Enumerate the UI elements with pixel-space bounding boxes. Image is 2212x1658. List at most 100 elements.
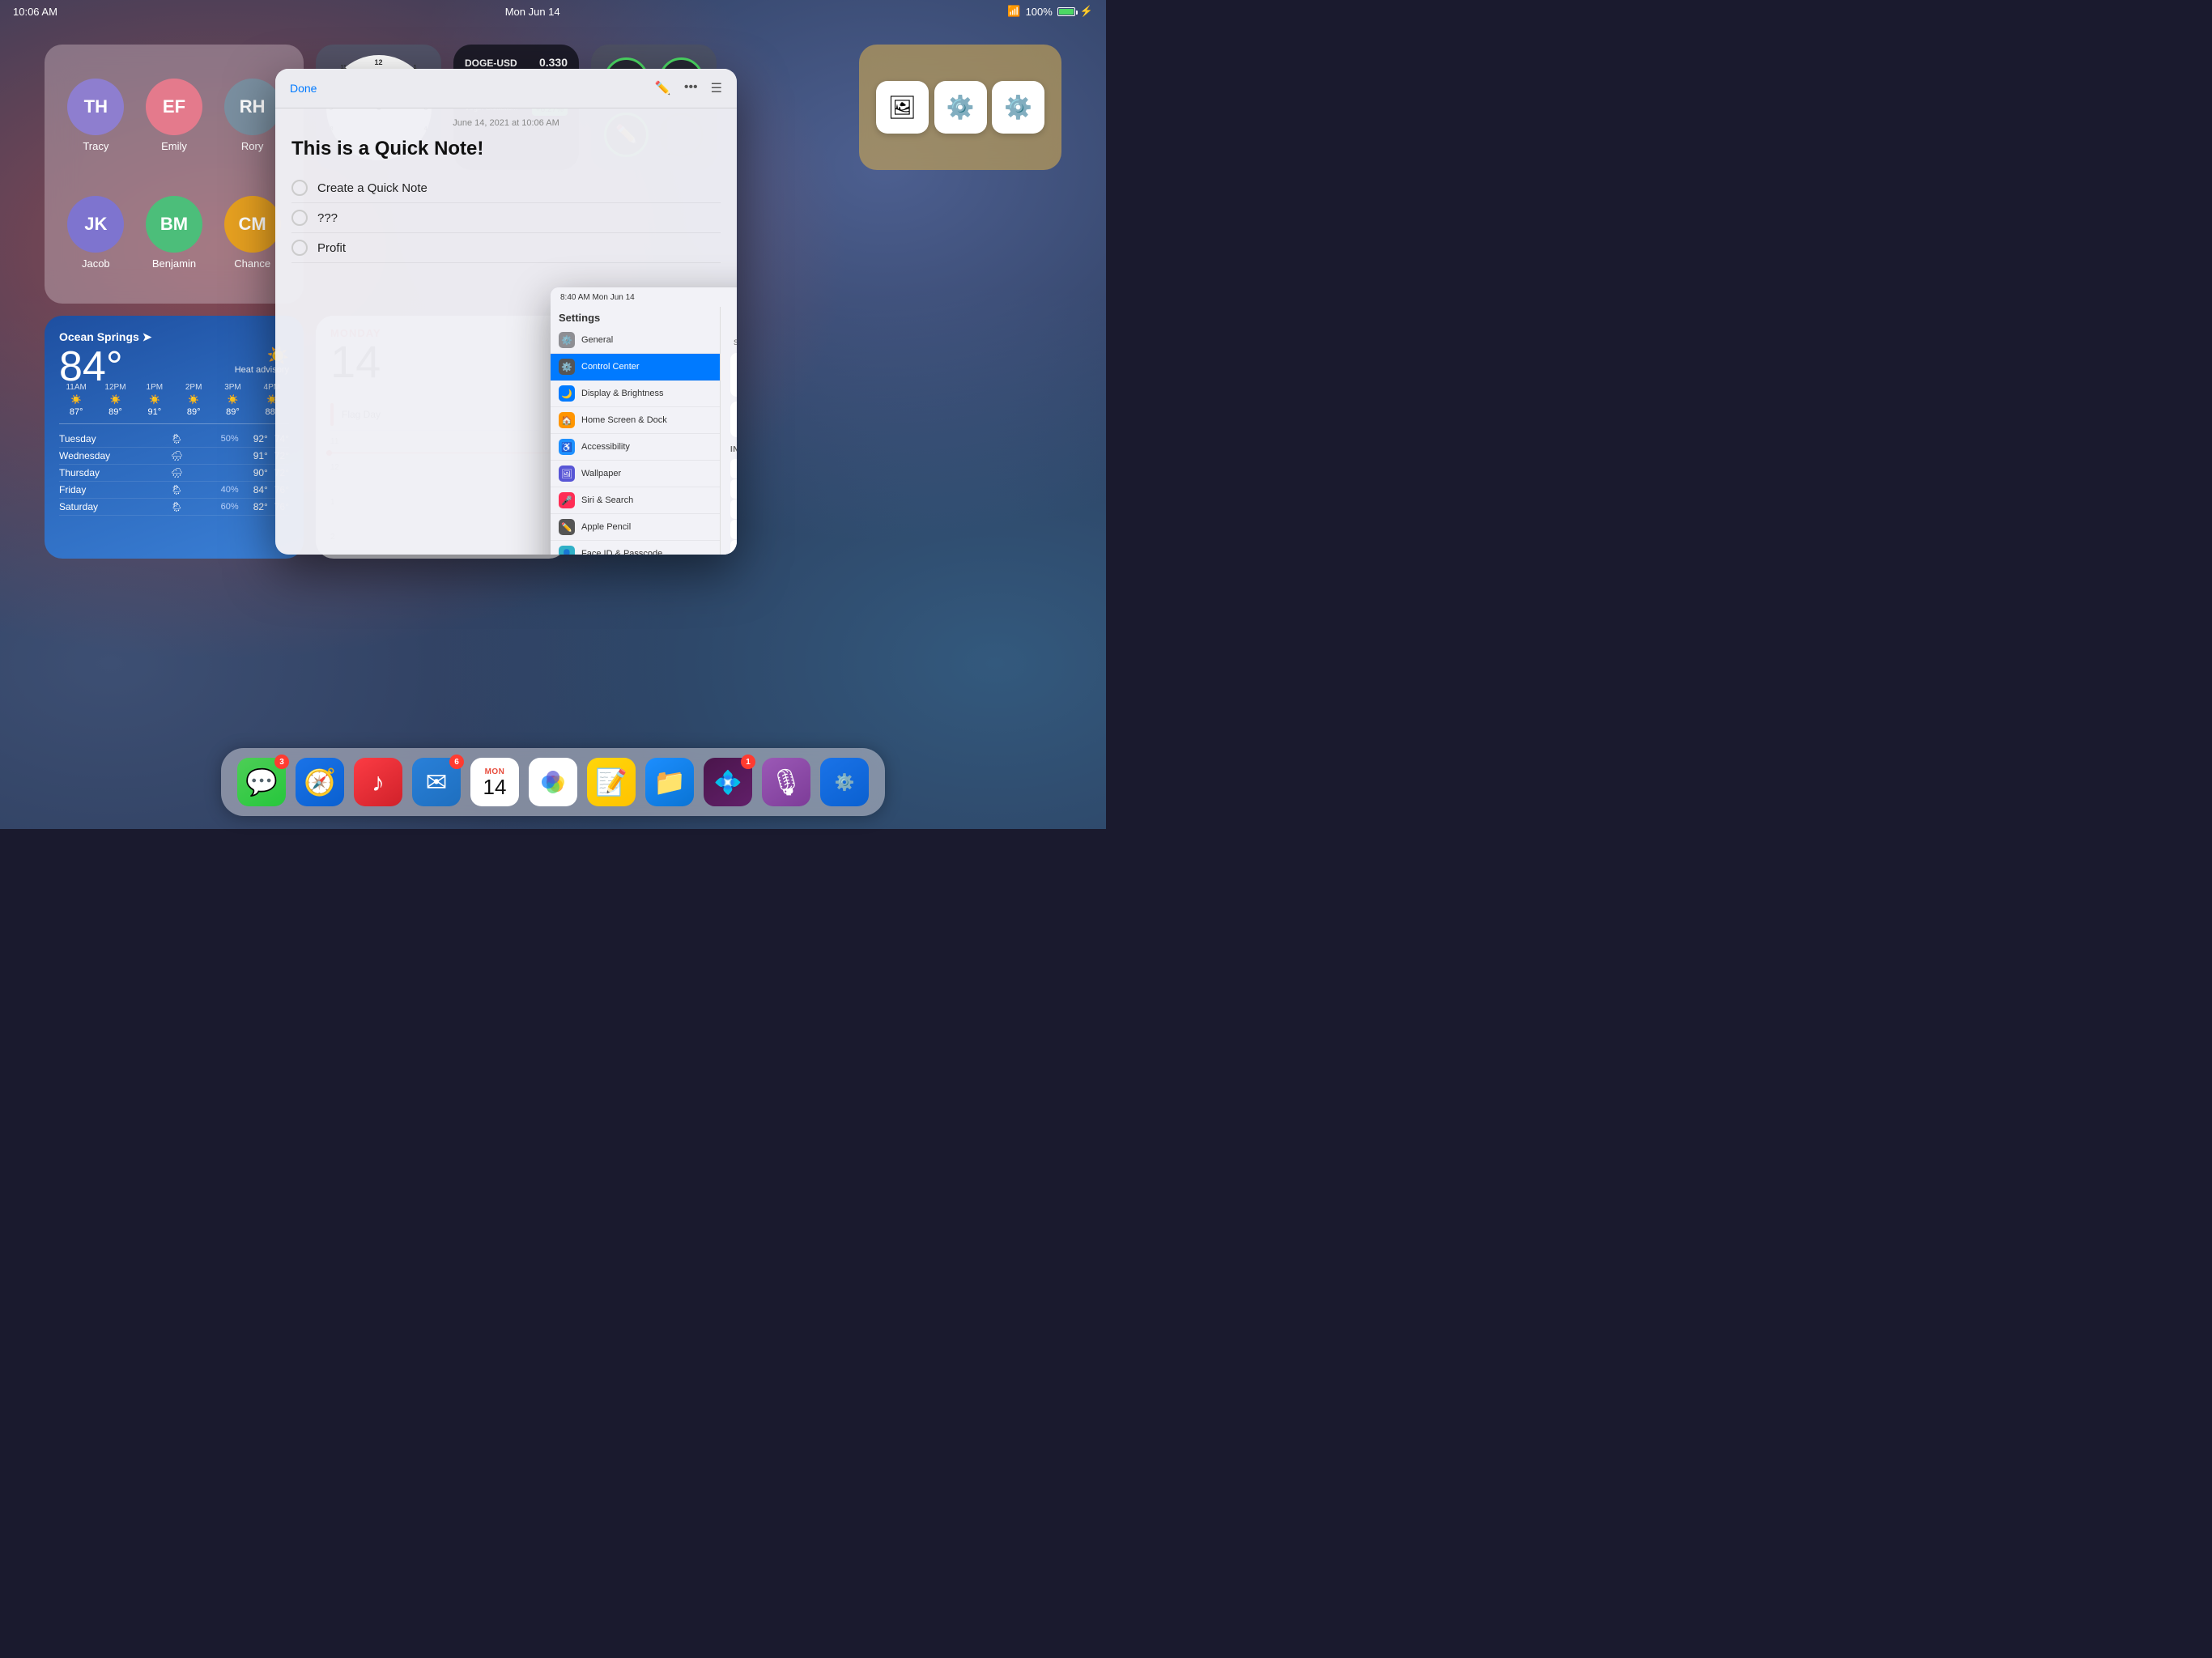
dock-app-notes[interactable]: 📝 <box>587 758 636 806</box>
note-item-3[interactable]: Profit <box>291 233 721 263</box>
list-icon[interactable]: ☰ <box>711 80 722 96</box>
sidebar-item-homescreen[interactable]: 🏠 Home Screen & Dock <box>551 407 720 434</box>
note-item-text-1: Create a Quick Note <box>317 181 428 195</box>
stock-price-doge: 0.330 <box>532 56 568 69</box>
status-time: 10:06 AM <box>13 6 57 18</box>
dock-app-calendar[interactable]: MON 14 <box>470 758 519 806</box>
dock-app-slack[interactable]: 💠 1 <box>704 758 752 806</box>
note-checkbox-3[interactable] <box>291 240 308 256</box>
contact-item-benjamin[interactable]: BM Benjamin <box>146 196 202 270</box>
control-item-appletvremote[interactable]: − 📱 Apple TV Remote ≡ <box>730 540 737 555</box>
contact-avatar-jacob: JK <box>67 196 124 253</box>
weather-location-text: Ocean Springs <box>59 330 139 343</box>
weather-arrow: ➤ <box>143 330 152 343</box>
contact-item-tracy[interactable]: TH Tracy <box>67 79 124 152</box>
sidebar-item-general[interactable]: ⚙️ General <box>551 327 720 354</box>
wifi-icon: 📶 <box>1007 5 1020 18</box>
sidebar-item-siri[interactable]: 🎤 Siri & Search <box>551 487 720 514</box>
note-checkbox-1[interactable] <box>291 180 308 196</box>
weather-location: Ocean Springs ➤ <box>59 330 289 344</box>
settings-icon-faceid: 👤 <box>559 546 575 555</box>
weather-day-saturday: Saturday 🌦 60% 82° 76° <box>59 499 289 516</box>
weather-hour-3pm: 3PM ☀️ 89° <box>215 383 249 417</box>
note-item-1[interactable]: Create a Quick Note <box>291 173 721 203</box>
compose-icon[interactable]: ✏️ <box>655 80 671 96</box>
app-icon-settings1[interactable]: ⚙️ <box>934 81 987 134</box>
app-icon-photo[interactable]: 🖼 <box>876 81 929 134</box>
weather-day-pct-sat: 60% <box>206 502 253 512</box>
contact-name-rory: Rory <box>241 140 263 152</box>
settings-toggle-access: Access Within Apps Allow access to Contr… <box>730 353 737 397</box>
weather-day-tuesday: Tuesday 🌦 50% 92° 74° <box>59 431 289 448</box>
settings-icon-general: ⚙️ <box>559 332 575 348</box>
settings-label-faceid: Face ID & Passcode <box>581 549 662 555</box>
control-item-notes[interactable]: − 📝 Notes ≡ <box>730 500 737 519</box>
app-icon-settings2[interactable]: ⚙️ <box>992 81 1044 134</box>
sidebar-item-faceid[interactable]: 👤 Face ID & Passcode <box>551 541 720 555</box>
settings-label-siri: Siri & Search <box>581 495 633 505</box>
control-item-silent[interactable]: − 🔕 Silent Mode ≡ <box>730 459 737 478</box>
sidebar-item-display[interactable]: 🌙 Display & Brightness <box>551 380 720 407</box>
settings-body: Settings ⚙️ General ⚙️ Control Center 🌙 … <box>551 307 737 555</box>
contact-name-benjamin: Benjamin <box>152 257 196 270</box>
weather-day-wednesday: Wednesday 🌧 91° 72° <box>59 448 289 465</box>
weather-day-high-wed: 91° <box>253 450 268 461</box>
photos-icon <box>537 766 569 798</box>
sidebar-item-wallpaper[interactable]: 🖼 Wallpaper <box>551 461 720 487</box>
settings-icon-homescreen: 🏠 <box>559 412 575 428</box>
dock-app-photos[interactable] <box>529 758 577 806</box>
status-bar: 10:06 AM Mon Jun 14 📶 100% ⚡ <box>0 0 1106 23</box>
weather-hour-11am: 11AM ☀️ 87° <box>59 383 93 417</box>
weather-hour-temp-12pm: 89° <box>108 407 122 417</box>
contact-name-chance: Chance <box>234 257 270 270</box>
done-button[interactable]: Done <box>290 82 317 95</box>
weather-hour-label-3pm: 3PM <box>224 383 241 392</box>
settings-icon-wallpaper: 🖼 <box>559 466 575 482</box>
weather-hour-temp-2pm: 89° <box>187 407 201 417</box>
weather-day-high-tue: 92° <box>253 433 268 444</box>
battery-pct: 100% <box>1026 6 1053 18</box>
settings-panel: 8:40 AM Mon Jun 14 ••• 📶 100%🔋 Settings … <box>551 287 737 555</box>
sidebar-item-accessibility[interactable]: ♿ Accessibility <box>551 434 720 461</box>
weather-day-icon-tue: 🌦 <box>147 433 206 444</box>
dock-app-safari-settings[interactable]: ⚙️ <box>820 758 869 806</box>
dock-app-files[interactable]: 📁 <box>645 758 694 806</box>
contact-item-emily[interactable]: EF Emily <box>146 79 202 152</box>
settings-label-display: Display & Brightness <box>581 389 664 398</box>
dock-app-messages[interactable]: 💬 3 <box>237 758 286 806</box>
clock-num-12: 12 <box>374 58 382 66</box>
note-checkbox-2[interactable] <box>291 210 308 226</box>
dock-app-mail[interactable]: ✉ 6 <box>412 758 461 806</box>
apps-widget: 🖼 ⚙️ ⚙️ <box>859 45 1061 170</box>
weather-hour-icon-11am: ☀️ <box>70 394 82 405</box>
contact-item-rory[interactable]: RH Rory <box>224 79 281 152</box>
more-icon[interactable]: ••• <box>684 80 698 96</box>
contact-avatar-chance: CM <box>224 196 281 253</box>
dock-app-podcasts[interactable]: 🎙 <box>762 758 810 806</box>
contact-avatar-tracy: TH <box>67 79 124 135</box>
panel-action-icons: ✏️ ••• ☰ <box>655 80 722 96</box>
weather-day-icon-thu: 🌧 <box>147 467 206 478</box>
control-item-camera[interactable]: − 📷 Camera ≡ <box>730 520 737 539</box>
dock-app-safari[interactable]: 🧭 <box>296 758 344 806</box>
settings-icon-display: 🌙 <box>559 385 575 402</box>
contact-item-jacob[interactable]: JK Jacob <box>67 196 124 270</box>
weather-hour-icon-12pm: ☀️ <box>110 394 121 405</box>
settings-title: Settings <box>551 307 720 327</box>
settings-status-bar: 8:40 AM Mon Jun 14 ••• 📶 100%🔋 <box>551 287 737 307</box>
weather-day-name-sat: Saturday <box>59 501 147 512</box>
slack-badge: 1 <box>741 755 755 769</box>
contact-item-chance[interactable]: CM Chance <box>224 196 281 270</box>
dock-app-music[interactable]: ♪ <box>354 758 402 806</box>
sidebar-item-controlcenter[interactable]: ⚙️ Control Center <box>551 354 720 380</box>
weather-hour-temp-1pm: 91° <box>148 407 162 417</box>
sidebar-item-applepencil[interactable]: ✏️ Apple Pencil <box>551 514 720 541</box>
safari-settings-icon: ⚙️ <box>835 772 855 793</box>
podcasts-icon: 🎙 <box>770 767 803 797</box>
messages-badge: 3 <box>274 755 289 769</box>
control-item-flashlight[interactable]: − 🔦 Flashlight ≡ <box>730 479 737 499</box>
note-item-2[interactable]: ??? <box>291 203 721 233</box>
settings-icon-controlcenter: ⚙️ <box>559 359 575 375</box>
weather-hour-label-1pm: 1PM <box>147 383 164 392</box>
battery-icon <box>1057 7 1075 16</box>
